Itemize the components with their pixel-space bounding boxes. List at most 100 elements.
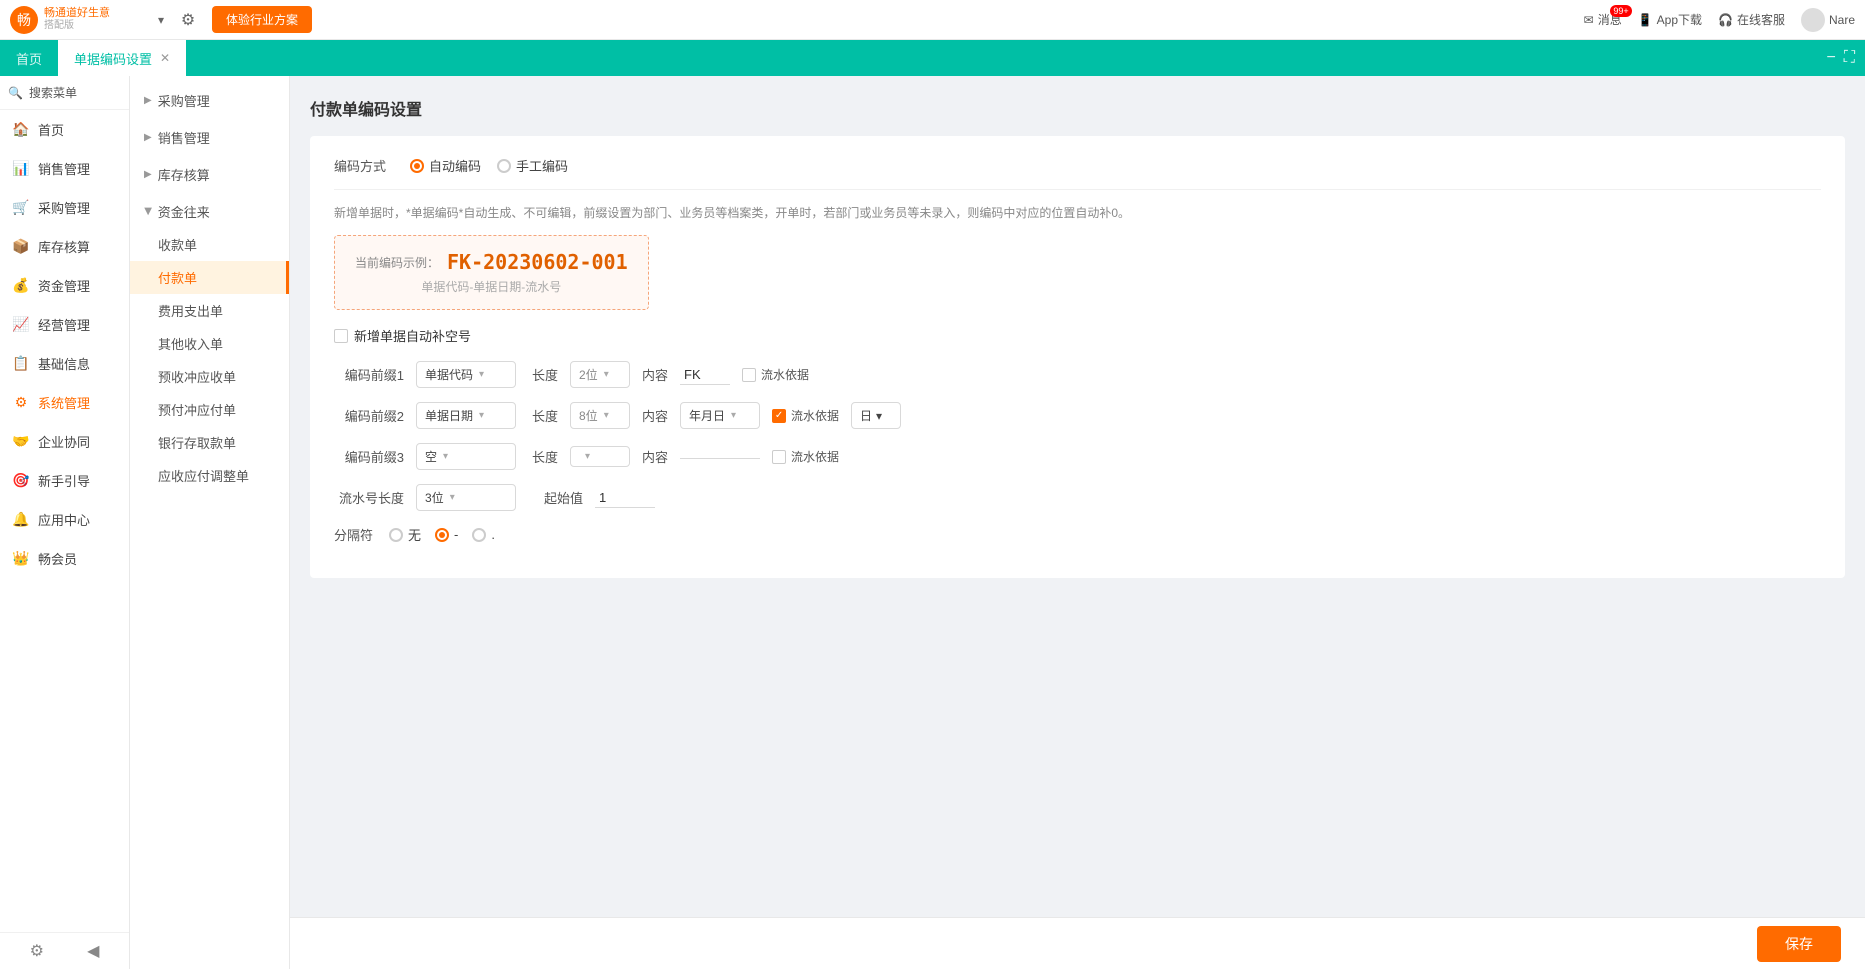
user-menu[interactable]: Nare (1801, 8, 1855, 32)
sidebar-item-finance[interactable]: 💰 资金管理 (0, 266, 129, 305)
logo-icon: 畅 (10, 6, 38, 34)
tab-encoding-settings[interactable]: 单据编码设置 ✕ (58, 40, 186, 76)
length2-input: 8位 ▾ (570, 402, 630, 429)
sep-dash-radio[interactable] (435, 528, 449, 542)
serial-len-select[interactable]: 3位 ▾ (416, 484, 516, 511)
sub-group-capital: ▶ 资金往来 收款单 付款单 费用支出单 其他收入单 预收冲应收单 预付冲应付单… (130, 195, 289, 492)
basic-info-icon: 📋 (12, 355, 30, 373)
sub-item-other-income[interactable]: 其他收入单 (130, 327, 289, 360)
sales-icon: 📊 (12, 160, 30, 178)
prefix1-label: 编码前缀1 (334, 365, 404, 384)
start-value-input[interactable]: 1 (595, 488, 655, 508)
separator-label: 分隔符 (334, 525, 373, 544)
tab-close-icon[interactable]: ✕ (160, 51, 170, 65)
serial3-checkbox[interactable] (772, 450, 786, 464)
preview-label: 当前编码示例： (355, 254, 439, 271)
sep-dot-option[interactable]: . (472, 527, 495, 542)
separator-radio-group: 无 - . (389, 525, 495, 544)
manual-encode-radio[interactable] (497, 159, 511, 173)
logo-area: 畅 畅通道好生意 搭配版 (10, 6, 130, 34)
day-arrow-icon: ▾ (876, 409, 882, 423)
content2-select[interactable]: 年月日 ▾ (680, 402, 760, 429)
sub-item-advance-payment[interactable]: 预付冲应付单 (130, 393, 289, 426)
sub-group-inventory-header[interactable]: ▶ 库存核算 (130, 158, 289, 191)
sidebar-item-inventory[interactable]: 📦 库存核算 (0, 227, 129, 266)
serial1-checkbox-label[interactable]: 流水依据 (742, 366, 809, 383)
content2-label: 内容 (642, 406, 668, 425)
apps-icon: 🔔 (12, 511, 30, 529)
sidebar-item-guide[interactable]: 🎯 新手引导 (0, 461, 129, 500)
auto-encode-option[interactable]: 自动编码 (410, 156, 481, 175)
settings-bottom-icon[interactable]: ⚙ (30, 941, 44, 961)
sep-dash-option[interactable]: - (435, 527, 458, 542)
sub-item-bank-deposit[interactable]: 银行存取款单 (130, 426, 289, 459)
sub-item-advance-receipt[interactable]: 预收冲应收单 (130, 360, 289, 393)
encoding-card: 编码方式 自动编码 手工编码 (310, 136, 1845, 578)
auto-fill-checkbox[interactable] (334, 329, 348, 343)
guide-icon: 🎯 (12, 472, 30, 490)
collapse-sidebar-icon[interactable]: ◀ (87, 941, 99, 961)
sidebar-item-purchase[interactable]: 🛒 采购管理 (0, 188, 129, 227)
serial2-checkbox[interactable]: ✓ (772, 409, 786, 423)
top-right: ✉ 消息 99+ 📱 App下载 🎧 在线客服 Nare (1584, 8, 1855, 32)
trial-button[interactable]: 体验行业方案 (212, 6, 312, 33)
sub-group-sales: ▶ 销售管理 (130, 121, 289, 154)
save-button[interactable]: 保存 (1757, 926, 1841, 962)
serial2-checkbox-label[interactable]: ✓ 流水依据 (772, 407, 839, 424)
sidebar-item-system[interactable]: ⚙ 系统管理 (0, 383, 129, 422)
prefix3-arrow-icon: ▾ (443, 451, 448, 462)
home-icon: 🏠 (12, 121, 30, 139)
tab-home[interactable]: 首页 (0, 40, 58, 76)
manual-encode-option[interactable]: 手工编码 (497, 156, 568, 175)
maximize-icon[interactable]: ⛶ (1844, 49, 1855, 67)
content3-value (680, 454, 760, 459)
sub-item-receipt[interactable]: 收款单 (130, 228, 289, 261)
online-service-button[interactable]: 🎧 在线客服 (1718, 11, 1785, 28)
sidebar-item-basic-info[interactable]: 📋 基础信息 (0, 344, 129, 383)
prefix1-arrow-icon: ▾ (479, 369, 484, 380)
content-wrapper: 付款单编码设置 编码方式 自动编码 手工编码 (290, 76, 1865, 969)
preview-code: FK-20230602-001 (447, 250, 628, 274)
sidebar-item-collaboration[interactable]: 🤝 企业协同 (0, 422, 129, 461)
page-title: 付款单编码设置 (310, 96, 1845, 120)
sub-item-payment[interactable]: 付款单 (130, 261, 289, 294)
sidebar-item-sales[interactable]: 📊 销售管理 (0, 149, 129, 188)
length3-arrow-icon: ▾ (585, 451, 590, 462)
sidebar-item-operations[interactable]: 📈 经营管理 (0, 305, 129, 344)
sidebar-item-apps[interactable]: 🔔 应用中心 (0, 500, 129, 539)
serial2-day-select[interactable]: 日 ▾ (851, 402, 901, 429)
sidebar-item-membership[interactable]: 👑 畅会员 (0, 539, 129, 578)
serial1-checkbox[interactable] (742, 368, 756, 382)
sidebar: 🔍 搜索菜单 🏠 首页 📊 销售管理 🛒 采购管理 📦 库存核算 💰 资金管理 … (0, 76, 130, 969)
search-menu-button[interactable]: 🔍 搜索菜单 (0, 76, 129, 110)
serial3-checkbox-label[interactable]: 流水依据 (772, 448, 839, 465)
finance-icon: 💰 (12, 277, 30, 295)
tab-actions: − ⛶ (1826, 49, 1865, 67)
sep-dot-radio[interactable] (472, 528, 486, 542)
start-value-label: 起始值 (544, 488, 583, 507)
gear-button[interactable]: ⚙ (174, 6, 202, 34)
app-download-button[interactable]: 📱 App下载 (1638, 11, 1702, 28)
sub-group-capital-header[interactable]: ▶ 资金往来 (130, 195, 289, 228)
operations-icon: 📈 (12, 316, 30, 334)
separator-row: 分隔符 无 - . (334, 525, 1821, 544)
minimize-icon[interactable]: − (1826, 49, 1835, 67)
sub-group-inventory: ▶ 库存核算 (130, 158, 289, 191)
sub-group-sales-header[interactable]: ▶ 销售管理 (130, 121, 289, 154)
prefix1-select[interactable]: 单据代码 ▾ (416, 361, 516, 388)
encode-method-row: 编码方式 自动编码 手工编码 (334, 156, 1821, 190)
prefix3-select[interactable]: 空 ▾ (416, 443, 516, 470)
collaboration-icon: 🤝 (12, 433, 30, 451)
sidebar-item-home[interactable]: 🏠 首页 (0, 110, 129, 149)
arrow-icon: ▶ (144, 169, 152, 180)
sub-item-ar-ap-adjust[interactable]: 应收应付调整单 (130, 459, 289, 492)
prefix2-select[interactable]: 单据日期 ▾ (416, 402, 516, 429)
message-button[interactable]: ✉ 消息 99+ (1584, 11, 1622, 28)
sub-item-expense[interactable]: 费用支出单 (130, 294, 289, 327)
sub-group-purchase-header[interactable]: ▶ 采购管理 (130, 84, 289, 117)
sep-none-option[interactable]: 无 (389, 525, 421, 544)
nav-tabs: 首页 单据编码设置 ✕ − ⛶ (0, 40, 1865, 76)
auto-encode-radio[interactable] (410, 159, 424, 173)
nav-dropdown[interactable]: ▾ (158, 13, 164, 27)
sep-none-radio[interactable] (389, 528, 403, 542)
